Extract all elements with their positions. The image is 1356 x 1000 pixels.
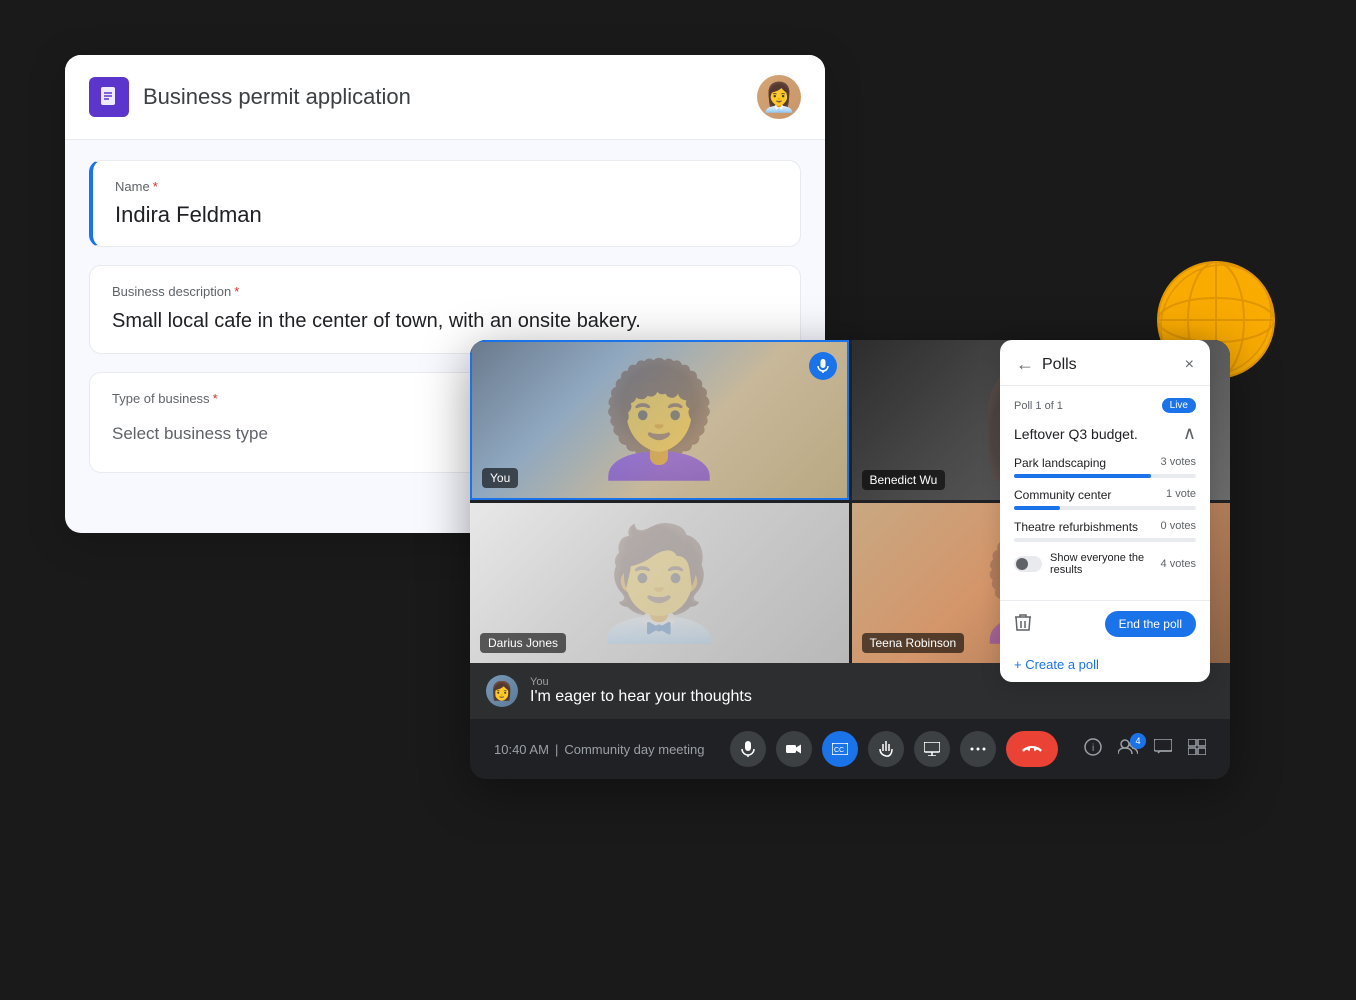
poll-bar-park-fill: [1014, 474, 1151, 478]
poll-option-theatre: Theatre refurbishments 0 votes: [1014, 520, 1196, 542]
chat-message-text: I'm eager to hear your thoughts: [530, 688, 752, 706]
captions-button[interactable]: CC: [822, 731, 858, 767]
live-badge: Live: [1162, 398, 1196, 413]
end-poll-button[interactable]: End the poll: [1105, 611, 1196, 637]
person-darius-silhouette: 🧑‍💼: [591, 519, 728, 648]
poll-meta: Poll 1 of 1 Live: [1014, 398, 1196, 413]
polls-header: ← Polls ×: [1000, 340, 1210, 386]
meeting-time: 10:40 AM: [494, 742, 549, 757]
person-you-silhouette: 👩‍🦱: [591, 356, 728, 485]
delete-poll-button[interactable]: [1014, 612, 1032, 637]
show-results-toggle[interactable]: [1014, 556, 1042, 572]
mic-button[interactable]: [730, 731, 766, 767]
poll-number: Poll 1 of 1: [1014, 400, 1063, 412]
name-field[interactable]: Name* Indira Feldman: [89, 160, 801, 247]
poll-option-park-votes: 3 votes: [1161, 456, 1196, 470]
name-value[interactable]: Indira Feldman: [115, 202, 778, 228]
name-label: Name*: [115, 179, 778, 194]
video-name-teena: Teena Robinson: [862, 633, 965, 653]
create-poll-button[interactable]: + Create a poll: [1000, 647, 1210, 682]
polls-header-left: ← Polls: [1016, 354, 1077, 375]
chat-button[interactable]: [1154, 739, 1172, 760]
layout-button[interactable]: [1188, 739, 1206, 760]
chat-sender: You: [530, 676, 752, 688]
form-header: Business permit application 👩‍💼: [65, 55, 825, 140]
svg-text:i: i: [1092, 743, 1094, 754]
polls-back-button[interactable]: ←: [1016, 354, 1034, 375]
poll-question: Leftover Q3 budget. ∧: [1014, 423, 1196, 444]
dropdown-placeholder: Select business type: [112, 424, 268, 444]
toolbar-time-info: 10:40 AM | Community day meeting: [494, 742, 705, 757]
toolbar-controls: CC: [730, 731, 1058, 767]
chat-avatar: 👩: [486, 675, 518, 707]
polls-actions: End the poll: [1000, 600, 1210, 647]
poll-option-park-label: Park landscaping: [1014, 456, 1106, 470]
participants-button[interactable]: 4: [1118, 739, 1138, 760]
business-description-value[interactable]: Small local cafe in the center of town, …: [112, 307, 778, 335]
poll-option-community: Community center 1 vote: [1014, 488, 1196, 510]
active-mic-indicator: [809, 352, 837, 380]
business-description-label: Business description*: [112, 284, 778, 299]
create-poll-label: + Create a poll: [1014, 657, 1099, 672]
show-results-row: Show everyone the results 4 votes: [1014, 552, 1196, 576]
poll-option-park: Park landscaping 3 votes: [1014, 456, 1196, 478]
info-button[interactable]: i: [1084, 738, 1102, 761]
form-title: Business permit application: [143, 84, 411, 110]
form-header-left: Business permit application: [89, 77, 411, 117]
meeting-name: Community day meeting: [564, 742, 704, 757]
polls-body: Poll 1 of 1 Live Leftover Q3 budget. ∧ P…: [1000, 386, 1210, 600]
poll-bar-theatre-bg: [1014, 538, 1196, 542]
poll-option-theatre-label: Theatre refurbishments: [1014, 520, 1138, 534]
video-name-you: You: [482, 468, 518, 488]
end-call-button[interactable]: [1006, 731, 1058, 767]
poll-bar-community-bg: [1014, 506, 1196, 510]
more-options-button[interactable]: [960, 731, 996, 767]
video-cell-you: 👩‍🦱 You: [470, 340, 849, 500]
poll-option-community-label: Community center: [1014, 488, 1111, 502]
video-name-darius: Darius Jones: [480, 633, 566, 653]
hand-raise-button[interactable]: [868, 731, 904, 767]
poll-option-theatre-votes: 0 votes: [1161, 520, 1196, 534]
show-results-label: Show everyone the results: [1050, 552, 1153, 576]
form-user-avatar: 👩‍💼: [757, 75, 801, 119]
polls-panel: ← Polls × Poll 1 of 1 Live Leftover Q3 b…: [1000, 340, 1210, 682]
participants-count-badge: 4: [1130, 733, 1146, 749]
poll-bar-community-fill: [1014, 506, 1060, 510]
poll-option-community-votes: 1 vote: [1166, 488, 1196, 502]
form-document-icon: [89, 77, 129, 117]
chat-content: You I'm eager to hear your thoughts: [530, 676, 752, 706]
video-name-benedict: Benedict Wu: [862, 470, 946, 490]
video-cell-darius: 🧑‍💼 Darius Jones: [470, 503, 849, 663]
toolbar-right-controls: i 4: [1084, 738, 1206, 761]
video-toolbar: 10:40 AM | Community day meeting: [470, 719, 1230, 779]
show-results-votes: 4 votes: [1161, 558, 1196, 570]
poll-collapse-icon[interactable]: ∧: [1183, 423, 1196, 444]
present-button[interactable]: [914, 731, 950, 767]
svg-text:CC: CC: [834, 747, 844, 754]
polls-close-button[interactable]: ×: [1185, 356, 1194, 374]
camera-button[interactable]: [776, 731, 812, 767]
polls-title: Polls: [1042, 356, 1077, 374]
poll-bar-park-bg: [1014, 474, 1196, 478]
